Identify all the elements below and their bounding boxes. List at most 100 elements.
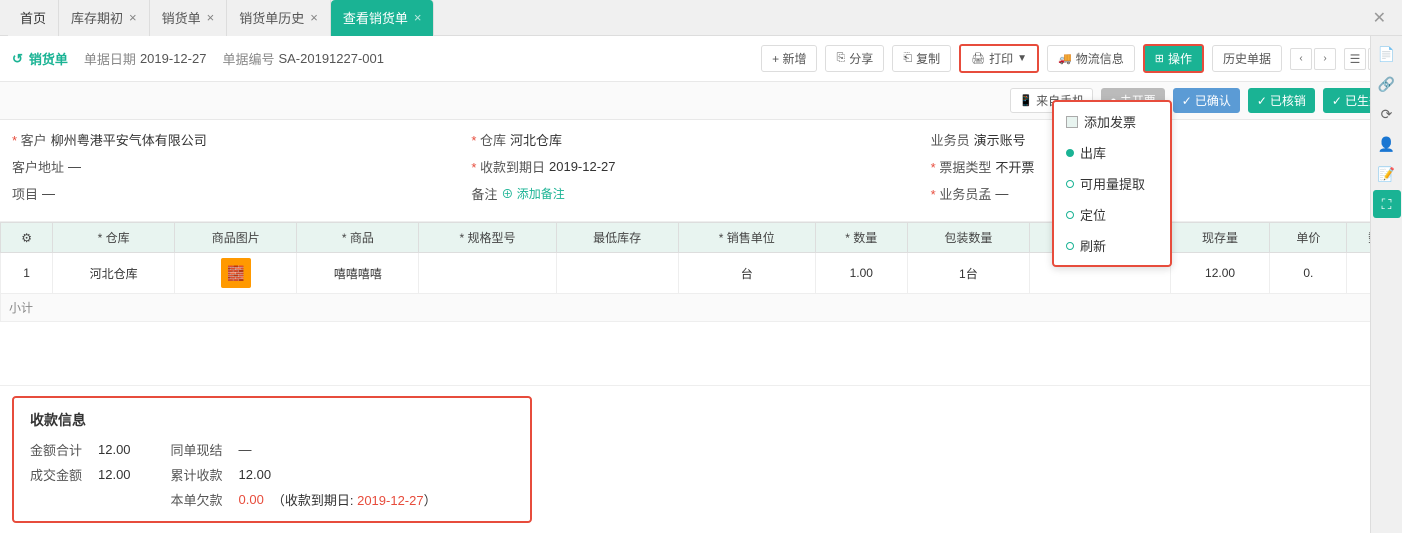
doc-date: 单据日期 2019-12-27 xyxy=(84,49,207,68)
copy-button[interactable]: ⎗ 复制 xyxy=(892,45,951,72)
add-remark-link[interactable]: ⊕ 添加备注 xyxy=(501,185,564,202)
doc-type-label: ↺ 销货单 xyxy=(12,49,68,68)
form-row-2: 客户地址 — 收款到期日 2019-12-27 票据类型 不开票 xyxy=(12,157,1390,176)
available-icon xyxy=(1066,180,1074,188)
tab-bar: 首页 库存期初 × 销货单 × 销货单历史 × 查看销货单 × ✕ xyxy=(0,0,1402,36)
nav-arrows: ‹ › xyxy=(1290,48,1336,70)
refresh-icon xyxy=(1066,242,1074,250)
deal-row: 成交金额 12.00 xyxy=(30,465,131,484)
product-thumbnail: 🧱 xyxy=(221,258,251,288)
sidebar-user-icon[interactable]: 👤 xyxy=(1373,130,1401,158)
operate-dropdown-menu: 添加发票 出库 可用量提取 定位 刷新 xyxy=(1052,100,1172,267)
sidebar-doc-icon[interactable]: 📄 xyxy=(1373,40,1401,68)
doc-actions: + 新增 ⎘ 分享 ⎗ 复制 🖨 打印 ▼ 🚚 物流信息 xyxy=(761,44,1390,73)
row-min-stock xyxy=(556,253,678,294)
row-index: 1 xyxy=(1,253,53,294)
tab-view-sales[interactable]: 查看销货单 × xyxy=(331,0,435,36)
document-header: ↺ 销货单 单据日期 2019-12-27 单据编号 SA-20191227-0… xyxy=(0,36,1402,82)
form-row-3: 项目 — 备注 ⊕ 添加备注 业务员孟 — xyxy=(12,184,1390,203)
row-price: 0. xyxy=(1270,253,1347,294)
voided-status-btn[interactable]: ✓ 已核销 xyxy=(1248,88,1315,113)
payment-date-group: 收款到期日 2019-12-27 xyxy=(471,157,930,176)
main-content: ↺ 销货单 单据日期 2019-12-27 单据编号 SA-20191227-0… xyxy=(0,36,1402,533)
table-row: 1 河北仓库 🧱 嘻嘻嘻嘻 台 1.00 1台 12.00 0. xyxy=(1,253,1402,294)
confirm-status-btn[interactable]: ✓ 已确认 xyxy=(1173,88,1240,113)
form-row-1: 客户 柳州粤港平安气体有限公司 仓库 河北仓库 业务员 演示账号 xyxy=(12,130,1390,149)
locate-item[interactable]: 定位 xyxy=(1054,199,1170,230)
operate-button[interactable]: ⊞ 操作 xyxy=(1143,44,1204,73)
col-sales-unit: * 销售单位 xyxy=(678,223,815,253)
row-stock: 12.00 xyxy=(1170,253,1270,294)
row-sales-unit: 台 xyxy=(678,253,815,294)
sidebar-refresh-icon[interactable]: ⟳ xyxy=(1373,100,1401,128)
row-product: 嘻嘻嘻嘻 xyxy=(297,253,419,294)
list-view-button[interactable]: ☰ xyxy=(1344,48,1366,70)
row-pack-qty: 1台 xyxy=(907,253,1029,294)
add-invoice-item[interactable]: 添加发票 xyxy=(1054,106,1170,137)
col-settings: ⚙ xyxy=(1,223,53,253)
col-product: * 商品 xyxy=(297,223,419,253)
print-button[interactable]: 🖨 打印 ▼ xyxy=(959,44,1039,73)
tab-close-inventory[interactable]: × xyxy=(129,10,137,25)
locate-icon xyxy=(1066,211,1074,219)
sidebar-expand-icon[interactable]: ⛶ xyxy=(1373,190,1401,218)
row-image: 🧱 xyxy=(175,253,297,294)
new-button[interactable]: + 新增 xyxy=(761,45,817,72)
total-row: 金额合计 12.00 xyxy=(30,440,131,459)
sidebar-link-icon[interactable]: 🔗 xyxy=(1373,70,1401,98)
history-button[interactable]: 历史单据 xyxy=(1212,45,1282,72)
col-quantity: * 数量 xyxy=(815,223,907,253)
tab-home[interactable]: 首页 xyxy=(8,0,59,36)
doc-type-icon: ↺ xyxy=(12,51,23,67)
tab-close-history[interactable]: × xyxy=(310,10,318,25)
owed-row: 本单欠款 0.00 （收款到期日: 2019-12-27） xyxy=(171,490,437,509)
tab-inventory-init[interactable]: 库存期初 × xyxy=(59,0,150,36)
remark-group: 备注 ⊕ 添加备注 xyxy=(471,184,930,203)
doc-number: 单据编号 SA-20191227-001 xyxy=(222,49,384,68)
payment-rows: 金额合计 12.00 成交金额 12.00 同单现结 — xyxy=(30,440,514,509)
col-spec: * 规格型号 xyxy=(419,223,556,253)
add-invoice-icon xyxy=(1066,116,1078,128)
subtotal-row: 小计 xyxy=(1,294,1402,322)
form-area: 客户 柳州粤港平安气体有限公司 仓库 河北仓库 业务员 演示账号 客户地址 — xyxy=(0,120,1402,222)
address-group: 客户地址 — xyxy=(12,157,471,176)
sidebar-note-icon[interactable]: 📝 xyxy=(1373,160,1401,188)
tab-sales-order[interactable]: 销货单 × xyxy=(150,0,228,36)
payment-info-panel: 收款信息 金额合计 12.00 成交金额 12.00 xyxy=(12,396,532,523)
right-sidebar: 📄 🔗 ⟳ 👤 📝 ⛶ xyxy=(1370,36,1402,533)
warehouse-group: 仓库 河北仓库 xyxy=(471,130,930,149)
same-order-row: 同单现结 — xyxy=(171,440,437,459)
row-warehouse: 河北仓库 xyxy=(53,253,175,294)
col-stock: 现存量 xyxy=(1170,223,1270,253)
doc-meta: 单据日期 2019-12-27 单据编号 SA-20191227-001 xyxy=(84,49,384,68)
items-table: ⚙ * 仓库 商品图片 * 商品 * 规格型号 最低库存 * 销售单位 * 数量… xyxy=(0,222,1402,322)
col-image: 商品图片 xyxy=(175,223,297,253)
col-warehouse: * 仓库 xyxy=(53,223,175,253)
col-pack-qty: 包装数量 xyxy=(907,223,1029,253)
refresh-item[interactable]: 刷新 xyxy=(1054,230,1170,261)
available-extract-item[interactable]: 可用量提取 xyxy=(1054,168,1170,199)
payment-title: 收款信息 xyxy=(30,410,514,430)
col-min-stock: 最低库存 xyxy=(556,223,678,253)
tab-close-sales[interactable]: × xyxy=(207,10,215,25)
tab-close-view[interactable]: × xyxy=(414,10,422,25)
outbound-icon xyxy=(1066,149,1074,157)
project-group: 项目 — xyxy=(12,184,471,203)
row-spec xyxy=(419,253,556,294)
window-close-button[interactable]: ✕ xyxy=(1365,8,1394,28)
prev-button[interactable]: ‹ xyxy=(1290,48,1312,70)
tab-sales-history[interactable]: 销货单历史 × xyxy=(227,0,331,36)
table-area: ⚙ * 仓库 商品图片 * 商品 * 规格型号 最低库存 * 销售单位 * 数量… xyxy=(0,222,1402,385)
print-dropdown-arrow[interactable]: ▼ xyxy=(1017,53,1027,64)
subtotal-label: 小计 xyxy=(1,294,1402,322)
row-quantity: 1.00 xyxy=(815,253,907,294)
payment-col-left: 金额合计 12.00 成交金额 12.00 xyxy=(30,440,131,509)
logistics-button[interactable]: 🚚 物流信息 xyxy=(1047,45,1135,72)
outbound-item[interactable]: 出库 xyxy=(1054,137,1170,168)
col-price: 单价 xyxy=(1270,223,1347,253)
share-button[interactable]: ⎘ 分享 xyxy=(825,45,884,72)
bottom-section: 收款信息 金额合计 12.00 成交金额 12.00 xyxy=(0,385,1402,533)
next-button[interactable]: › xyxy=(1314,48,1336,70)
status-toolbar: 📱 来自手机 ● 未开票 ✓ 已确认 ✓ 已核销 ✓ 已生效 xyxy=(0,82,1402,120)
payment-col-right: 同单现结 — 累计收款 12.00 本单欠款 0.00 （收款到期日: 2019… xyxy=(171,440,437,509)
